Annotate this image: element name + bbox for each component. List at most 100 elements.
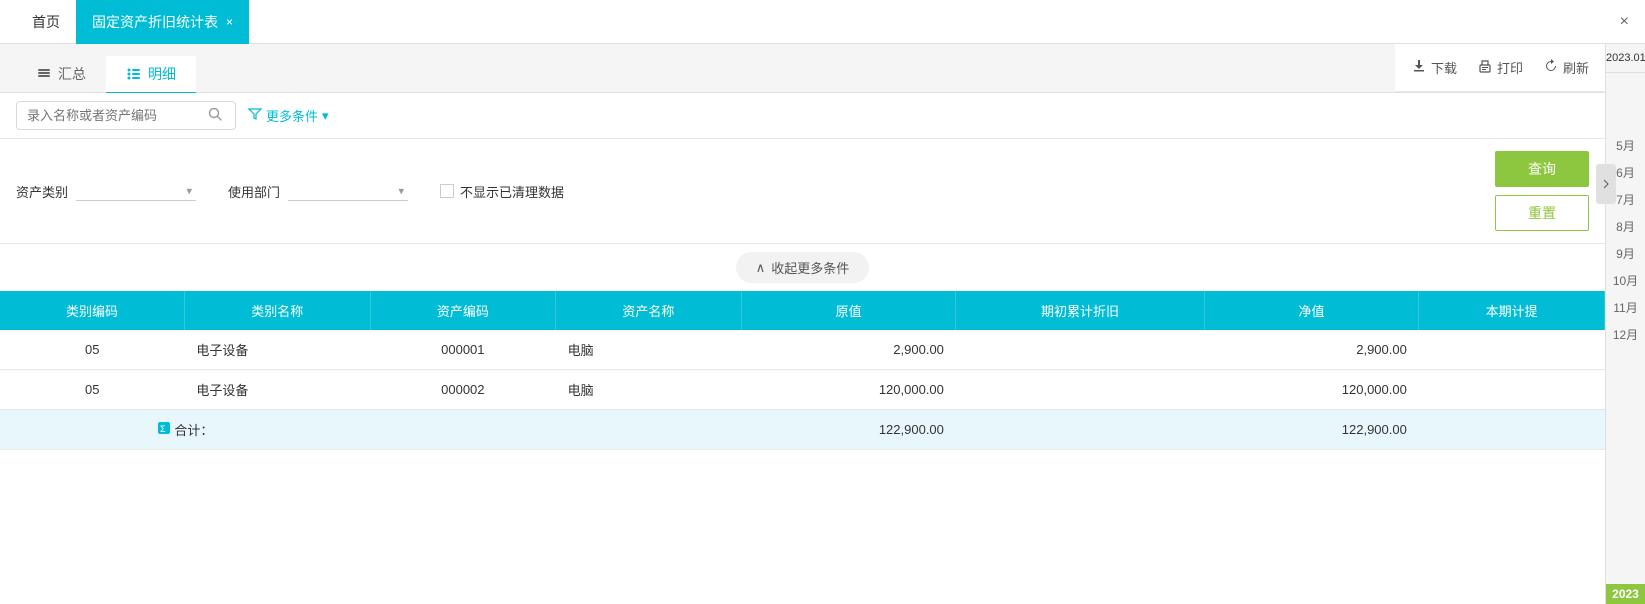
- month-item-11[interactable]: 11月: [1607, 295, 1643, 320]
- window-close-icon[interactable]: ×: [1620, 13, 1629, 31]
- col-net-value: 净值: [1204, 291, 1419, 330]
- search-bar: 更多条件 ▾: [0, 93, 1605, 139]
- chevron-down-icon: ▾: [322, 108, 329, 124]
- sub-tabs: 汇总 明细: [0, 44, 1395, 92]
- col-current-provision: 本期计提: [1419, 291, 1605, 330]
- month-item-9[interactable]: 9月: [1610, 241, 1641, 266]
- total-label-cell: Σ 合计：: [0, 410, 370, 450]
- more-conditions-btn[interactable]: 更多条件 ▾: [248, 106, 329, 125]
- total-empty2: [556, 410, 742, 450]
- active-tab[interactable]: 固定资产折旧统计表 ×: [76, 0, 249, 44]
- category-select-wrap[interactable]: [76, 181, 196, 201]
- cell-current-provision: [1419, 370, 1605, 410]
- refresh-icon: [1543, 58, 1559, 77]
- cell-net-value: 120,000.00: [1204, 370, 1419, 410]
- col-original-value: 原值: [741, 291, 956, 330]
- refresh-btn[interactable]: 刷新: [1543, 58, 1589, 77]
- table-header-row: 类别编码 类别名称 资产编码 资产名称 原值 期初累计折旧 净值 本期计提: [0, 291, 1605, 330]
- total-net-value: 122,900.00: [1204, 410, 1419, 450]
- search-icon: [207, 106, 223, 125]
- cell-asset-name: 电脑: [556, 330, 742, 370]
- year-badge[interactable]: 2023: [1606, 584, 1645, 604]
- col-category-code: 类别编码: [0, 291, 184, 330]
- tab-summary[interactable]: 汇总: [16, 56, 106, 94]
- category-filter: 资产类别: [16, 181, 196, 201]
- current-date: 2023.01: [1606, 44, 1645, 73]
- filter-row: 资产类别 使用部门: [16, 151, 1589, 231]
- collapse-row: ∧ 收起更多条件: [0, 244, 1605, 291]
- cell-original-value: 2,900.00: [741, 330, 956, 370]
- main-panel: 汇总 明细: [0, 44, 1605, 604]
- month-item-5[interactable]: 5月: [1610, 133, 1641, 158]
- more-conditions-label: 更多条件: [266, 106, 318, 125]
- total-original-value: 122,900.00: [741, 410, 956, 450]
- print-icon: [1477, 58, 1493, 77]
- search-input-wrap[interactable]: [16, 101, 236, 130]
- cell-original-value: 120,000.00: [741, 370, 956, 410]
- cell-net-value: 2,900.00: [1204, 330, 1419, 370]
- cleared-data-checkbox[interactable]: [440, 184, 454, 198]
- download-btn[interactable]: 下载: [1411, 58, 1457, 77]
- collapse-label: 收起更多条件: [771, 258, 849, 277]
- filter-icon: [248, 107, 262, 124]
- sidebar-expand-btn[interactable]: [1596, 164, 1616, 204]
- print-btn[interactable]: 打印: [1477, 58, 1523, 77]
- collapse-btn[interactable]: ∧ 收起更多条件: [736, 252, 870, 283]
- tab-detail[interactable]: 明细: [106, 56, 196, 94]
- table-row: 05 电子设备 000002 电脑 120,000.00 120,000.00: [0, 370, 1605, 410]
- reset-btn[interactable]: 重置: [1495, 195, 1589, 231]
- tab-close-icon[interactable]: ×: [226, 15, 233, 29]
- total-empty1: [370, 410, 556, 450]
- total-row: Σ 合计： 122,900.00 122,900.00: [0, 410, 1605, 450]
- col-acc-depreciation: 期初累计折旧: [956, 291, 1204, 330]
- tab-summary-label: 汇总: [58, 64, 86, 84]
- cell-asset-code: 000001: [370, 330, 556, 370]
- cell-acc-depreciation: [956, 330, 1204, 370]
- department-filter: 使用部门: [228, 181, 408, 201]
- cell-acc-depreciation: [956, 370, 1204, 410]
- tab-label: 固定资产折旧统计表: [92, 12, 218, 32]
- category-label: 资产类别: [16, 182, 68, 201]
- list-icon: [126, 65, 142, 84]
- print-label: 打印: [1497, 58, 1523, 77]
- month-item-12[interactable]: 12月: [1607, 322, 1644, 347]
- data-table: 类别编码 类别名称 资产编码 资产名称 原值 期初累计折旧 净值 本期计提 05…: [0, 291, 1605, 450]
- cleared-data-label: 不显示已清理数据: [460, 182, 564, 201]
- table-row: 05 电子设备 000001 电脑 2,900.00 2,900.00: [0, 330, 1605, 370]
- cell-category-code: 05: [0, 330, 184, 370]
- department-select[interactable]: [288, 181, 408, 201]
- cell-current-provision: [1419, 330, 1605, 370]
- query-btn[interactable]: 查询: [1495, 151, 1589, 187]
- total-acc-depreciation: [956, 410, 1204, 450]
- table-wrap: 类别编码 类别名称 资产编码 资产名称 原值 期初累计折旧 净值 本期计提 05…: [0, 291, 1605, 604]
- total-current-provision: [1419, 410, 1605, 450]
- cell-asset-name: 电脑: [556, 370, 742, 410]
- download-icon: [1411, 58, 1427, 77]
- toolbar: 下载 打印 刷新: [1395, 44, 1605, 92]
- cleared-data-filter: 不显示已清理数据: [440, 182, 564, 201]
- chevron-up-icon: ∧: [756, 260, 766, 276]
- tab-detail-label: 明细: [148, 64, 176, 84]
- month-item-10[interactable]: 10月: [1607, 268, 1644, 293]
- layers-icon: [36, 65, 52, 84]
- cell-asset-code: 000002: [370, 370, 556, 410]
- cell-category-code: 05: [0, 370, 184, 410]
- download-label: 下载: [1431, 58, 1457, 77]
- content-area: 汇总 明细: [0, 44, 1645, 604]
- month-item-8[interactable]: 8月: [1610, 214, 1641, 239]
- right-sidebar: 2023.01 5月 6月 7月 8月 9月 10月 11月 12月 2023: [1605, 44, 1645, 604]
- cell-category-name: 电子设备: [184, 370, 370, 410]
- department-select-wrap[interactable]: [288, 181, 408, 201]
- top-nav: 首页 固定资产折旧统计表 × ×: [0, 0, 1645, 44]
- col-asset-code: 资产编码: [370, 291, 556, 330]
- nav-home[interactable]: 首页: [16, 12, 76, 32]
- refresh-label: 刷新: [1563, 58, 1589, 77]
- total-label: 合计：: [174, 423, 213, 438]
- filter-buttons: 查询 重置: [1495, 151, 1589, 231]
- col-asset-name: 资产名称: [556, 291, 742, 330]
- category-select[interactable]: [76, 181, 196, 201]
- search-input[interactable]: [27, 108, 207, 123]
- department-label: 使用部门: [228, 182, 280, 201]
- total-icon: Σ: [157, 423, 175, 438]
- svg-text:Σ: Σ: [160, 424, 166, 434]
